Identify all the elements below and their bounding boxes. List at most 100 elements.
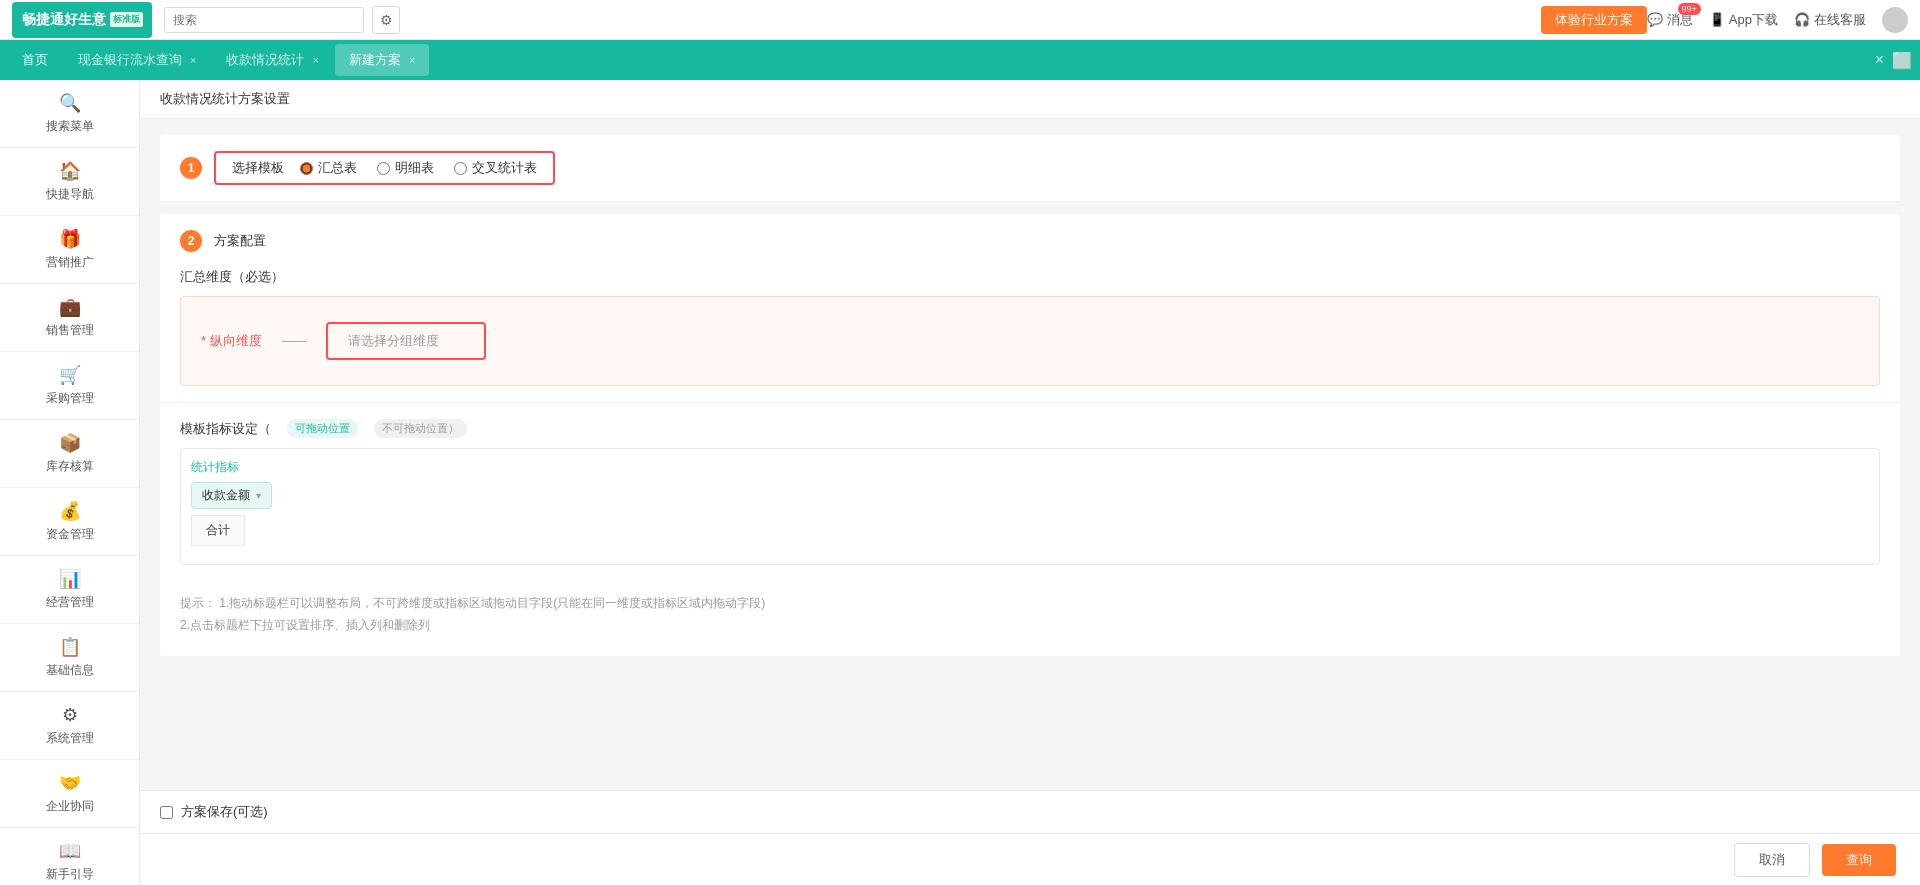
top-bar: 畅捷通好生意 标准版 ⚙ 体验行业方案 💬 消息 99+ 📱 App下载 🎧 在… <box>0 0 1920 40</box>
nav-tab-actions: × ⬜ <box>1875 51 1912 70</box>
basicinfo-icon: 📋 <box>59 636 81 658</box>
service-label: 在线客服 <box>1814 11 1866 29</box>
inventory-icon: 📦 <box>59 432 81 454</box>
industry-button[interactable]: 体验行业方案 <box>1541 6 1647 34</box>
logo-text: 畅捷通好生意 <box>22 11 106 29</box>
page-title: 收款情况统计方案设置 <box>160 91 290 106</box>
footer-bar: 取消 查询 <box>140 833 1920 885</box>
radio-group-template: 汇总表 明细表 交叉统计表 <box>300 159 537 177</box>
guide-icon: 📖 <box>59 840 81 862</box>
sidebar-item-enterprise[interactable]: 🤝 企业协同 <box>0 760 139 828</box>
sidebar: 🔍 搜索菜单 🏠 快捷导航 🎁 营销推广 💼 销售管理 🛒 采购管理 📦 库存核… <box>0 80 140 885</box>
step1-row: 1 选择模板 汇总表 明细表 <box>160 135 1900 202</box>
form-area: 1 选择模板 汇总表 明细表 <box>140 119 1920 790</box>
tip-line1: 提示： 1.拖动标题栏可以调整布局，不可跨维度或指标区域拖动目字段(只能在同一维… <box>180 593 1880 615</box>
message-badge: 99+ <box>1678 3 1701 15</box>
radio-detail[interactable]: 明细表 <box>377 159 434 177</box>
metrics-tag-amount[interactable]: 收款金额 ▾ <box>191 482 272 509</box>
management-icon: 📊 <box>59 568 81 590</box>
search-input[interactable] <box>164 7 364 33</box>
sidebar-item-inventory[interactable]: 📦 库存核算 <box>0 420 139 488</box>
radio-cross[interactable]: 交叉统计表 <box>454 159 537 177</box>
message-icon: 💬 <box>1647 12 1663 27</box>
sales-icon: 💼 <box>59 296 81 318</box>
metrics-tags: 收款金额 ▾ <box>191 482 1869 509</box>
sidebar-item-guide-label: 新手引导 <box>46 866 94 883</box>
save-checkbox[interactable] <box>160 806 173 819</box>
main-layout: 🔍 搜索菜单 🏠 快捷导航 🎁 营销推广 💼 销售管理 🛒 采购管理 📦 库存核… <box>0 80 1920 885</box>
metrics-sub-cell-total: 合计 <box>191 515 245 546</box>
avatar[interactable] <box>1882 7 1908 33</box>
radio-cross-label: 交叉统计表 <box>472 159 537 177</box>
dimension-config: 汇总维度（必选） * 纵向维度 —— 请选择分组维度 <box>160 268 1900 402</box>
maximize-window-icon[interactable]: ⬜ <box>1892 51 1912 70</box>
sidebar-item-finance-label: 资金管理 <box>46 526 94 543</box>
radio-summary-input[interactable] <box>300 162 313 175</box>
sidebar-item-finance[interactable]: 💰 资金管理 <box>0 488 139 556</box>
cancel-button[interactable]: 取消 <box>1734 843 1810 877</box>
radio-summary-label: 汇总表 <box>318 159 357 177</box>
sidebar-item-inventory-label: 库存核算 <box>46 458 94 475</box>
message-button[interactable]: 💬 消息 99+ <box>1647 11 1693 29</box>
metrics-tag-amount-label: 收款金额 <box>202 487 250 504</box>
download-button[interactable]: 📱 App下载 <box>1709 11 1778 29</box>
finance-icon: 💰 <box>59 500 81 522</box>
metrics-sub-row: 合计 <box>191 515 1869 546</box>
sidebar-item-management-label: 经营管理 <box>46 594 94 611</box>
tab-new-plan[interactable]: 新建方案 × <box>335 44 429 76</box>
query-button[interactable]: 查询 <box>1822 844 1896 876</box>
sidebar-item-basicinfo-label: 基础信息 <box>46 662 94 679</box>
save-label[interactable]: 方案保存(可选) <box>181 803 268 821</box>
sidebar-item-quicknav[interactable]: 🏠 快捷导航 <box>0 148 139 216</box>
sidebar-item-enterprise-label: 企业协同 <box>46 798 94 815</box>
draggable-badge: 可拖动位置 <box>287 419 358 438</box>
purchase-icon: 🛒 <box>59 364 81 386</box>
metrics-category-label: 统计指标 <box>191 459 1869 476</box>
service-icon: 🎧 <box>1794 12 1810 27</box>
service-button[interactable]: 🎧 在线客服 <box>1794 11 1866 29</box>
tab-collection-stats-close[interactable]: × <box>312 54 318 66</box>
tab-cashflow-close[interactable]: × <box>190 54 196 66</box>
step1-num: 1 <box>180 157 202 179</box>
top-bar-icons: 💬 消息 99+ 📱 App下载 🎧 在线客服 <box>1647 7 1908 33</box>
tab-home[interactable]: 首页 <box>8 44 62 76</box>
metrics-area: 统计指标 收款金额 ▾ 合计 <box>180 448 1880 565</box>
dim-row-label: * 纵向维度 <box>201 332 262 350</box>
logo: 畅捷通好生意 标准版 <box>12 2 152 38</box>
download-icon: 📱 <box>1709 12 1725 27</box>
radio-detail-input[interactable] <box>377 162 390 175</box>
sidebar-item-sales-label: 销售管理 <box>46 322 94 339</box>
sidebar-item-management[interactable]: 📊 经营管理 <box>0 556 139 624</box>
radio-summary[interactable]: 汇总表 <box>300 159 357 177</box>
metrics-category-stats: 统计指标 收款金额 ▾ 合计 <box>191 459 1869 546</box>
sidebar-item-guide[interactable]: 📖 新手引导 <box>0 828 139 885</box>
not-draggable-badge: 不可拖动位置） <box>374 419 467 438</box>
radio-cross-input[interactable] <box>454 162 467 175</box>
tab-cashflow[interactable]: 现金银行流水查询 × <box>64 44 210 76</box>
sidebar-item-quicknav-label: 快捷导航 <box>46 186 94 203</box>
sidebar-item-purchase[interactable]: 🛒 采购管理 <box>0 352 139 420</box>
dimension-area: * 纵向维度 —— 请选择分组维度 <box>180 296 1880 386</box>
sidebar-item-purchase-label: 采购管理 <box>46 390 94 407</box>
metrics-section-label: 模板指标设定（ 可拖动位置 不可拖动位置） <box>180 419 1880 438</box>
tab-collection-stats[interactable]: 收款情况统计 × <box>212 44 332 76</box>
step2-header: 2 方案配置 <box>160 214 1900 268</box>
system-icon: ⚙ <box>62 704 78 726</box>
sidebar-item-marketing[interactable]: 🎁 营销推广 <box>0 216 139 284</box>
sidebar-item-system[interactable]: ⚙ 系统管理 <box>0 692 139 760</box>
sidebar-item-sales[interactable]: 💼 销售管理 <box>0 284 139 352</box>
tips-area: 提示： 1.拖动标题栏可以调整布局，不可跨维度或指标区域拖动目字段(只能在同一维… <box>160 581 1900 656</box>
gear-button[interactable]: ⚙ <box>372 6 400 34</box>
download-label: App下载 <box>1729 11 1778 29</box>
dim-select-box[interactable]: 请选择分组维度 <box>326 322 486 360</box>
step2-label: 方案配置 <box>214 232 266 250</box>
metrics-section: 模板指标设定（ 可拖动位置 不可拖动位置） 统计指标 收款金额 ▾ <box>160 402 1900 581</box>
tab-collection-stats-label: 收款情况统计 <box>226 51 304 69</box>
sidebar-item-basicinfo[interactable]: 📋 基础信息 <box>0 624 139 692</box>
close-window-icon[interactable]: × <box>1875 51 1884 70</box>
tab-new-plan-close[interactable]: × <box>409 54 415 66</box>
sidebar-item-search[interactable]: 🔍 搜索菜单 <box>0 80 139 148</box>
step2-section: 2 方案配置 汇总维度（必选） * 纵向维度 —— 请选择分组维度 <box>160 214 1900 656</box>
template-box: 选择模板 汇总表 明细表 <box>214 151 555 185</box>
step1-label: 选择模板 <box>232 159 284 177</box>
